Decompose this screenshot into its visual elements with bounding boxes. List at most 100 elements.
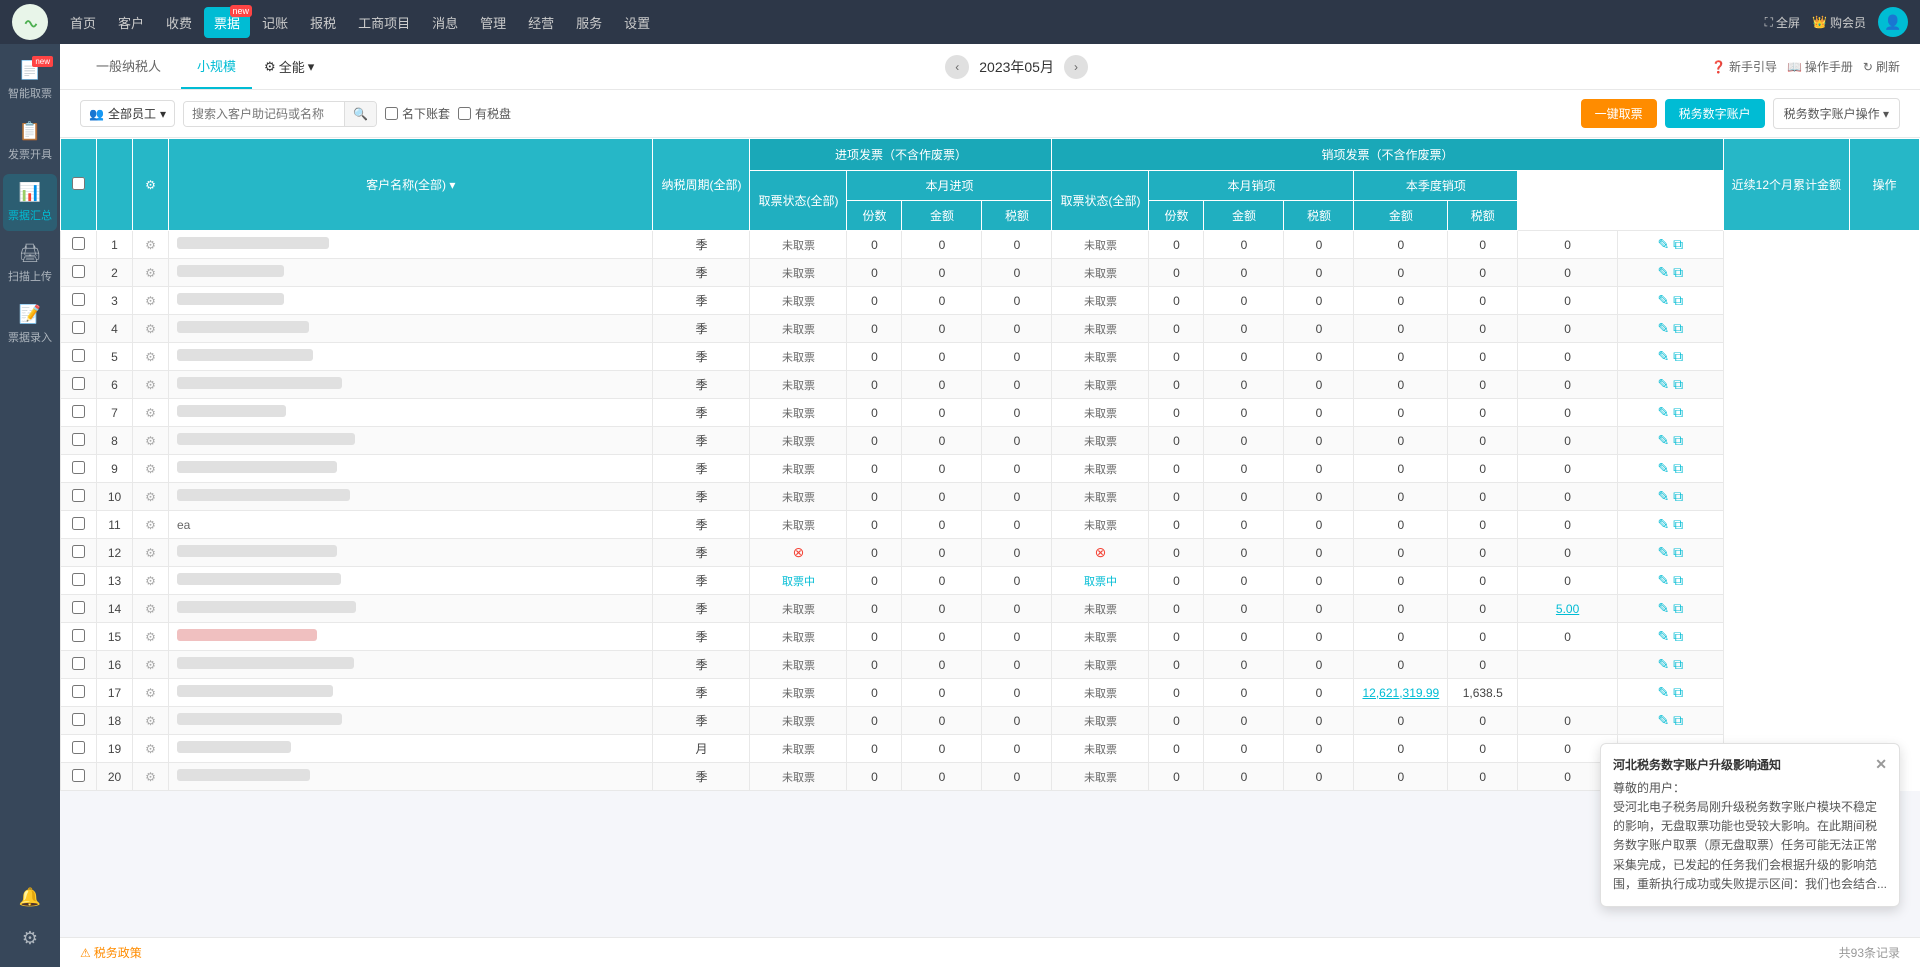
- user-avatar[interactable]: 👤: [1878, 7, 1908, 37]
- nav-item-2[interactable]: 收费: [156, 7, 202, 38]
- tab-general-taxpayer[interactable]: 一般纳税人: [80, 44, 177, 89]
- copy-icon[interactable]: ⧉: [1673, 236, 1683, 253]
- copy-icon[interactable]: ⧉: [1673, 488, 1683, 505]
- th-customer-name[interactable]: 客户名称(全部) ▾: [169, 139, 653, 231]
- tab-all-capable[interactable]: ⚙ 全能 ▾: [256, 53, 322, 80]
- edit-icon[interactable]: ✎: [1657, 656, 1669, 673]
- season-amt-link[interactable]: 12,621,319.99: [1362, 686, 1439, 700]
- row-settings-icon[interactable]: ⚙: [145, 238, 156, 252]
- manual-btn[interactable]: 📖 操作手册: [1787, 58, 1853, 75]
- edit-icon[interactable]: ✎: [1657, 516, 1669, 533]
- row-settings-icon[interactable]: ⚙: [145, 294, 156, 308]
- copy-icon[interactable]: ⧉: [1673, 348, 1683, 365]
- row-checkbox-10[interactable]: [72, 517, 85, 530]
- edit-icon[interactable]: ✎: [1657, 432, 1669, 449]
- row-checkbox-2[interactable]: [72, 293, 85, 306]
- sidebar-item-entry[interactable]: 📝 票据录入: [3, 296, 57, 353]
- nav-item-11[interactable]: 设置: [614, 7, 660, 38]
- one-key-ticket-btn[interactable]: 一键取票: [1581, 99, 1657, 128]
- nav-item-5[interactable]: 报税: [300, 7, 346, 38]
- row-checkbox-5[interactable]: [72, 377, 85, 390]
- nav-item-10[interactable]: 服务: [566, 7, 612, 38]
- checkbox-account[interactable]: 名下账套: [385, 105, 450, 122]
- row-checkbox-6[interactable]: [72, 405, 85, 418]
- row-settings-icon[interactable]: ⚙: [145, 322, 156, 336]
- edit-icon[interactable]: ✎: [1657, 236, 1669, 253]
- copy-icon[interactable]: ⧉: [1673, 404, 1683, 421]
- row-settings-icon[interactable]: ⚙: [145, 378, 156, 392]
- row-checkbox-19[interactable]: [72, 769, 85, 782]
- row-checkbox-9[interactable]: [72, 489, 85, 502]
- sidebar-item-summary[interactable]: 📊 票据汇总: [3, 174, 57, 231]
- guide-btn[interactable]: ❓ 新手引导: [1711, 58, 1777, 75]
- copy-icon[interactable]: ⧉: [1673, 544, 1683, 561]
- copy-icon[interactable]: ⧉: [1673, 600, 1683, 617]
- copy-icon[interactable]: ⧉: [1673, 292, 1683, 309]
- checkbox-taxpad[interactable]: 有税盘: [458, 105, 511, 122]
- edit-icon[interactable]: ✎: [1657, 600, 1669, 617]
- employee-select[interactable]: 👥 全部员工 ▾: [80, 100, 175, 127]
- nav-item-4[interactable]: 记账: [252, 7, 298, 38]
- row-settings-icon[interactable]: ⚙: [145, 462, 156, 476]
- th-outbound-status[interactable]: 取票状态(全部): [1052, 171, 1149, 231]
- row-settings-icon[interactable]: ⚙: [145, 490, 156, 504]
- sidebar-item-scan[interactable]: 🖨 扫描上传: [3, 235, 57, 292]
- edit-icon[interactable]: ✎: [1657, 292, 1669, 309]
- row-settings-icon[interactable]: ⚙: [145, 574, 156, 588]
- edit-icon[interactable]: ✎: [1657, 544, 1669, 561]
- search-input[interactable]: [184, 102, 344, 126]
- tax-digital-account-op-btn[interactable]: 税务数字账户操作 ▾: [1773, 98, 1900, 129]
- row-settings-icon[interactable]: ⚙: [145, 350, 156, 364]
- checkbox-taxpad-input[interactable]: [458, 107, 471, 120]
- row-settings-icon[interactable]: ⚙: [145, 434, 156, 448]
- accum12-link[interactable]: 5.00: [1556, 602, 1579, 616]
- nav-item-1[interactable]: 客户: [108, 7, 154, 38]
- row-settings-icon[interactable]: ⚙: [145, 686, 156, 700]
- nav-item-8[interactable]: 管理: [470, 7, 516, 38]
- row-checkbox-17[interactable]: [72, 713, 85, 726]
- refresh-btn[interactable]: ↻ 刷新: [1863, 58, 1900, 75]
- row-settings-icon[interactable]: ⚙: [145, 714, 156, 728]
- copy-icon[interactable]: ⧉: [1673, 516, 1683, 533]
- edit-icon[interactable]: ✎: [1657, 628, 1669, 645]
- copy-icon[interactable]: ⧉: [1673, 572, 1683, 589]
- copy-icon[interactable]: ⧉: [1673, 432, 1683, 449]
- nav-item-7[interactable]: 消息: [422, 7, 468, 38]
- copy-icon[interactable]: ⧉: [1673, 320, 1683, 337]
- row-checkbox-13[interactable]: [72, 601, 85, 614]
- copy-icon[interactable]: ⧉: [1673, 264, 1683, 281]
- edit-icon[interactable]: ✎: [1657, 712, 1669, 729]
- edit-icon[interactable]: ✎: [1657, 320, 1669, 337]
- row-settings-icon[interactable]: ⚙: [145, 266, 156, 280]
- th-inbound-status[interactable]: 取票状态(全部): [750, 171, 847, 231]
- edit-icon[interactable]: ✎: [1657, 404, 1669, 421]
- nav-item-9[interactable]: 经营: [518, 7, 564, 38]
- row-settings-icon[interactable]: ⚙: [145, 742, 156, 756]
- row-checkbox-8[interactable]: [72, 461, 85, 474]
- row-checkbox-11[interactable]: [72, 545, 85, 558]
- sidebar-bell-icon[interactable]: 🔔: [13, 881, 47, 914]
- copy-icon[interactable]: ⧉: [1673, 712, 1683, 729]
- row-checkbox-1[interactable]: [72, 265, 85, 278]
- edit-icon[interactable]: ✎: [1657, 572, 1669, 589]
- edit-icon[interactable]: ✎: [1657, 684, 1669, 701]
- tab-small-scale[interactable]: 小规模: [181, 44, 252, 89]
- edit-icon[interactable]: ✎: [1657, 460, 1669, 477]
- copy-icon[interactable]: ⧉: [1673, 628, 1683, 645]
- row-settings-icon[interactable]: ⚙: [145, 770, 156, 784]
- row-checkbox-12[interactable]: [72, 573, 85, 586]
- period-prev-btn[interactable]: ‹: [945, 55, 969, 79]
- copy-icon[interactable]: ⧉: [1673, 684, 1683, 701]
- app-logo[interactable]: [12, 4, 48, 40]
- sidebar-settings-icon[interactable]: ⚙: [16, 922, 44, 955]
- row-checkbox-0[interactable]: [72, 237, 85, 250]
- nav-item-3[interactable]: 票据new: [204, 7, 250, 38]
- sidebar-item-smartticket[interactable]: new 📄 智能取票: [3, 52, 57, 109]
- copy-icon[interactable]: ⧉: [1673, 460, 1683, 477]
- row-settings-icon[interactable]: ⚙: [145, 602, 156, 616]
- tax-digital-account-btn[interactable]: 税务数字账户: [1665, 99, 1765, 128]
- copy-icon[interactable]: ⧉: [1673, 656, 1683, 673]
- row-checkbox-14[interactable]: [72, 629, 85, 642]
- edit-icon[interactable]: ✎: [1657, 348, 1669, 365]
- edit-icon[interactable]: ✎: [1657, 264, 1669, 281]
